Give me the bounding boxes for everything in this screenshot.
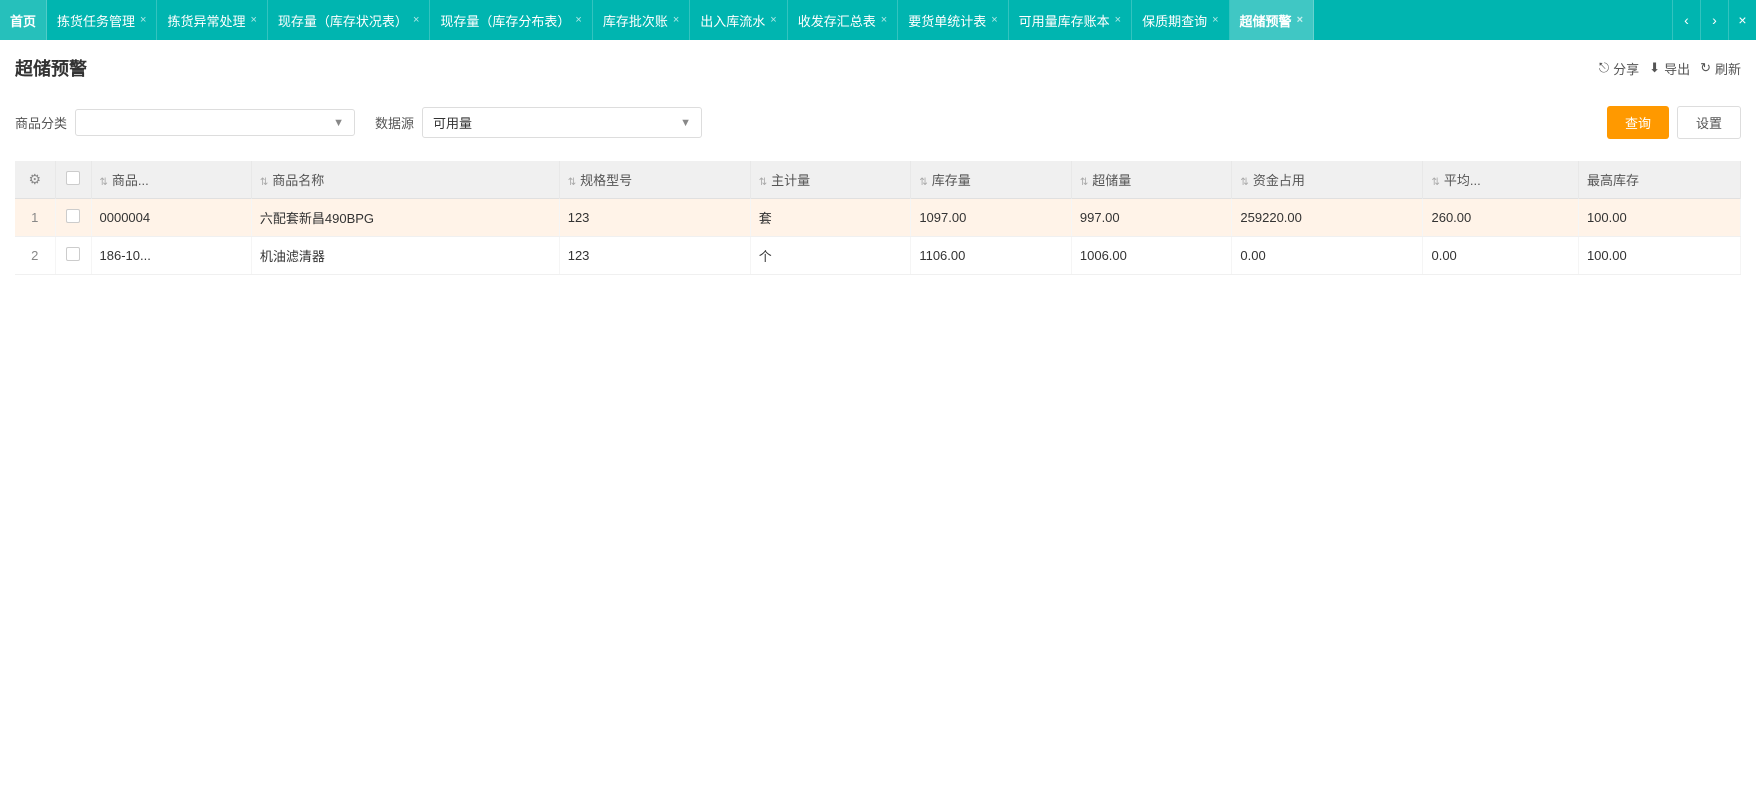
table-settings-icon[interactable]: ⚙ xyxy=(28,171,41,187)
close-tab-6[interactable]: × xyxy=(770,14,776,26)
row-product-name-1: 机油滤清器 xyxy=(251,237,559,275)
row-capital-1: 0.00 xyxy=(1232,237,1423,275)
datasource-select-value: 可用量 xyxy=(433,113,472,132)
filter-category: 商品分类 ▼ xyxy=(15,109,355,136)
nav-tab-9[interactable]: 可用量库存账本 × xyxy=(1009,0,1132,40)
category-select-placeholder xyxy=(86,115,90,130)
settings-button[interactable]: 设置 xyxy=(1677,106,1741,139)
row-product-code-0: 0000004 xyxy=(91,199,251,237)
row-capital-0: 259220.00 xyxy=(1232,199,1423,237)
nav-tab-7[interactable]: 收发存汇总表 × xyxy=(788,0,898,40)
query-button[interactable]: 查询 xyxy=(1607,106,1669,139)
nav-tab-5[interactable]: 库存批次账 × xyxy=(593,0,690,40)
export-icon: ⬇ xyxy=(1649,60,1660,76)
col-header-over-stock: ⇅超储量 xyxy=(1071,161,1232,199)
close-tab-8[interactable]: × xyxy=(991,14,997,26)
table-header: ⚙ ⇅商品... ⇅商品名称 ⇅规格型号 ⇅主计量 ⇅库存量 ⇅超储量 ⇅资金占… xyxy=(15,161,1741,199)
row-avg-0: 260.00 xyxy=(1423,199,1578,237)
close-tab-1[interactable]: × xyxy=(140,14,146,26)
row-checkbox-0[interactable] xyxy=(66,209,80,223)
nav-next-button[interactable]: › xyxy=(1700,0,1728,40)
close-tab-4[interactable]: × xyxy=(575,14,581,26)
nav-tab-10[interactable]: 保质期查询 × xyxy=(1132,0,1229,40)
nav-tab-11[interactable]: 超储预警 × xyxy=(1230,0,1314,40)
row-spec-1: 123 xyxy=(559,237,750,275)
row-spec-0: 123 xyxy=(559,199,750,237)
col-header-product-name: ⇅商品名称 xyxy=(251,161,559,199)
row-check-1 xyxy=(55,237,91,275)
datasource-select[interactable]: 可用量 ▼ xyxy=(422,107,702,138)
close-tab-11[interactable]: × xyxy=(1297,14,1303,26)
page-content: 超储预警 ⎋ 分享 ⬇ 导出 ↻ 刷新 商品分类 ▼ 数据源 xyxy=(0,40,1756,800)
nav-tab-home[interactable]: 首页 xyxy=(0,0,47,40)
nav-prev-button[interactable]: ‹ xyxy=(1672,0,1700,40)
row-checkbox-1[interactable] xyxy=(66,247,80,261)
page-header: 超储预警 ⎋ 分享 ⬇ 导出 ↻ 刷新 xyxy=(15,55,1741,81)
nav-tab-6[interactable]: 出入库流水 × xyxy=(690,0,787,40)
nav-close-button[interactable]: × xyxy=(1728,0,1756,40)
row-stock-0: 1097.00 xyxy=(911,199,1072,237)
data-table: ⚙ ⇅商品... ⇅商品名称 ⇅规格型号 ⇅主计量 ⇅库存量 ⇅超储量 ⇅资金占… xyxy=(15,161,1741,275)
col-header-unit: ⇅主计量 xyxy=(750,161,911,199)
refresh-button[interactable]: ↻ 刷新 xyxy=(1700,59,1741,78)
col-header-avg: ⇅平均... xyxy=(1423,161,1578,199)
col-header-product-code: ⇅商品... xyxy=(91,161,251,199)
nav-tab-2[interactable]: 拣货异常处理 × xyxy=(157,0,267,40)
table-row: 1 0000004 六配套新昌490BPG 123 套 1097.00 997.… xyxy=(15,199,1741,237)
category-label: 商品分类 xyxy=(15,113,67,132)
row-unit-0: 套 xyxy=(750,199,911,237)
col-header-settings: ⚙ xyxy=(15,161,55,199)
col-header-check xyxy=(55,161,91,199)
row-stock-1: 1106.00 xyxy=(911,237,1072,275)
filter-datasource: 数据源 可用量 ▼ xyxy=(375,107,702,138)
row-product-name-0: 六配套新昌490BPG xyxy=(251,199,559,237)
row-product-code-1: 186-10... xyxy=(91,237,251,275)
table-body: 1 0000004 六配套新昌490BPG 123 套 1097.00 997.… xyxy=(15,199,1741,275)
col-header-max-stock: 最高库存 xyxy=(1578,161,1740,199)
close-tab-7[interactable]: × xyxy=(881,14,887,26)
nav-arrows: ‹ › × xyxy=(1672,0,1756,40)
share-icon: ⎋ xyxy=(1599,60,1609,76)
datasource-label: 数据源 xyxy=(375,113,414,132)
close-tab-9[interactable]: × xyxy=(1115,14,1121,26)
close-tab-5[interactable]: × xyxy=(673,14,679,26)
table-row: 2 186-10... 机油滤清器 123 个 1106.00 1006.00 … xyxy=(15,237,1741,275)
filter-bar: 商品分类 ▼ 数据源 可用量 ▼ 查询 设置 xyxy=(15,96,1741,149)
nav-tab-3[interactable]: 现存量（库存状况表） × xyxy=(268,0,430,40)
nav-tab-4[interactable]: 现存量（库存分布表） × xyxy=(430,0,592,40)
filter-actions: 查询 设置 xyxy=(1607,106,1741,139)
close-tab-3[interactable]: × xyxy=(413,14,419,26)
select-all-checkbox[interactable] xyxy=(66,171,80,185)
row-unit-1: 个 xyxy=(750,237,911,275)
col-header-capital: ⇅资金占用 xyxy=(1232,161,1423,199)
page-title: 超储预警 xyxy=(15,55,87,81)
nav-tab-8[interactable]: 要货单统计表 × xyxy=(898,0,1008,40)
export-button[interactable]: ⬇ 导出 xyxy=(1649,59,1690,78)
category-select[interactable]: ▼ xyxy=(75,109,355,136)
row-max-stock-0: 100.00 xyxy=(1578,199,1740,237)
row-index-1: 2 xyxy=(15,237,55,275)
category-dropdown-icon: ▼ xyxy=(333,117,344,129)
close-tab-10[interactable]: × xyxy=(1212,14,1218,26)
row-max-stock-1: 100.00 xyxy=(1578,237,1740,275)
row-avg-1: 0.00 xyxy=(1423,237,1578,275)
col-header-stock: ⇅库存量 xyxy=(911,161,1072,199)
row-check-0 xyxy=(55,199,91,237)
col-header-spec: ⇅规格型号 xyxy=(559,161,750,199)
nav-bar: 首页 拣货任务管理 × 拣货异常处理 × 现存量（库存状况表） × 现存量（库存… xyxy=(0,0,1756,40)
close-tab-2[interactable]: × xyxy=(250,14,256,26)
nav-tab-1[interactable]: 拣货任务管理 × xyxy=(47,0,157,40)
share-button[interactable]: ⎋ 分享 xyxy=(1599,59,1639,78)
refresh-icon: ↻ xyxy=(1700,60,1711,76)
row-over-stock-1: 1006.00 xyxy=(1071,237,1232,275)
row-index-0: 1 xyxy=(15,199,55,237)
page-actions: ⎋ 分享 ⬇ 导出 ↻ 刷新 xyxy=(1599,59,1741,78)
row-over-stock-0: 997.00 xyxy=(1071,199,1232,237)
datasource-dropdown-icon: ▼ xyxy=(680,117,691,129)
